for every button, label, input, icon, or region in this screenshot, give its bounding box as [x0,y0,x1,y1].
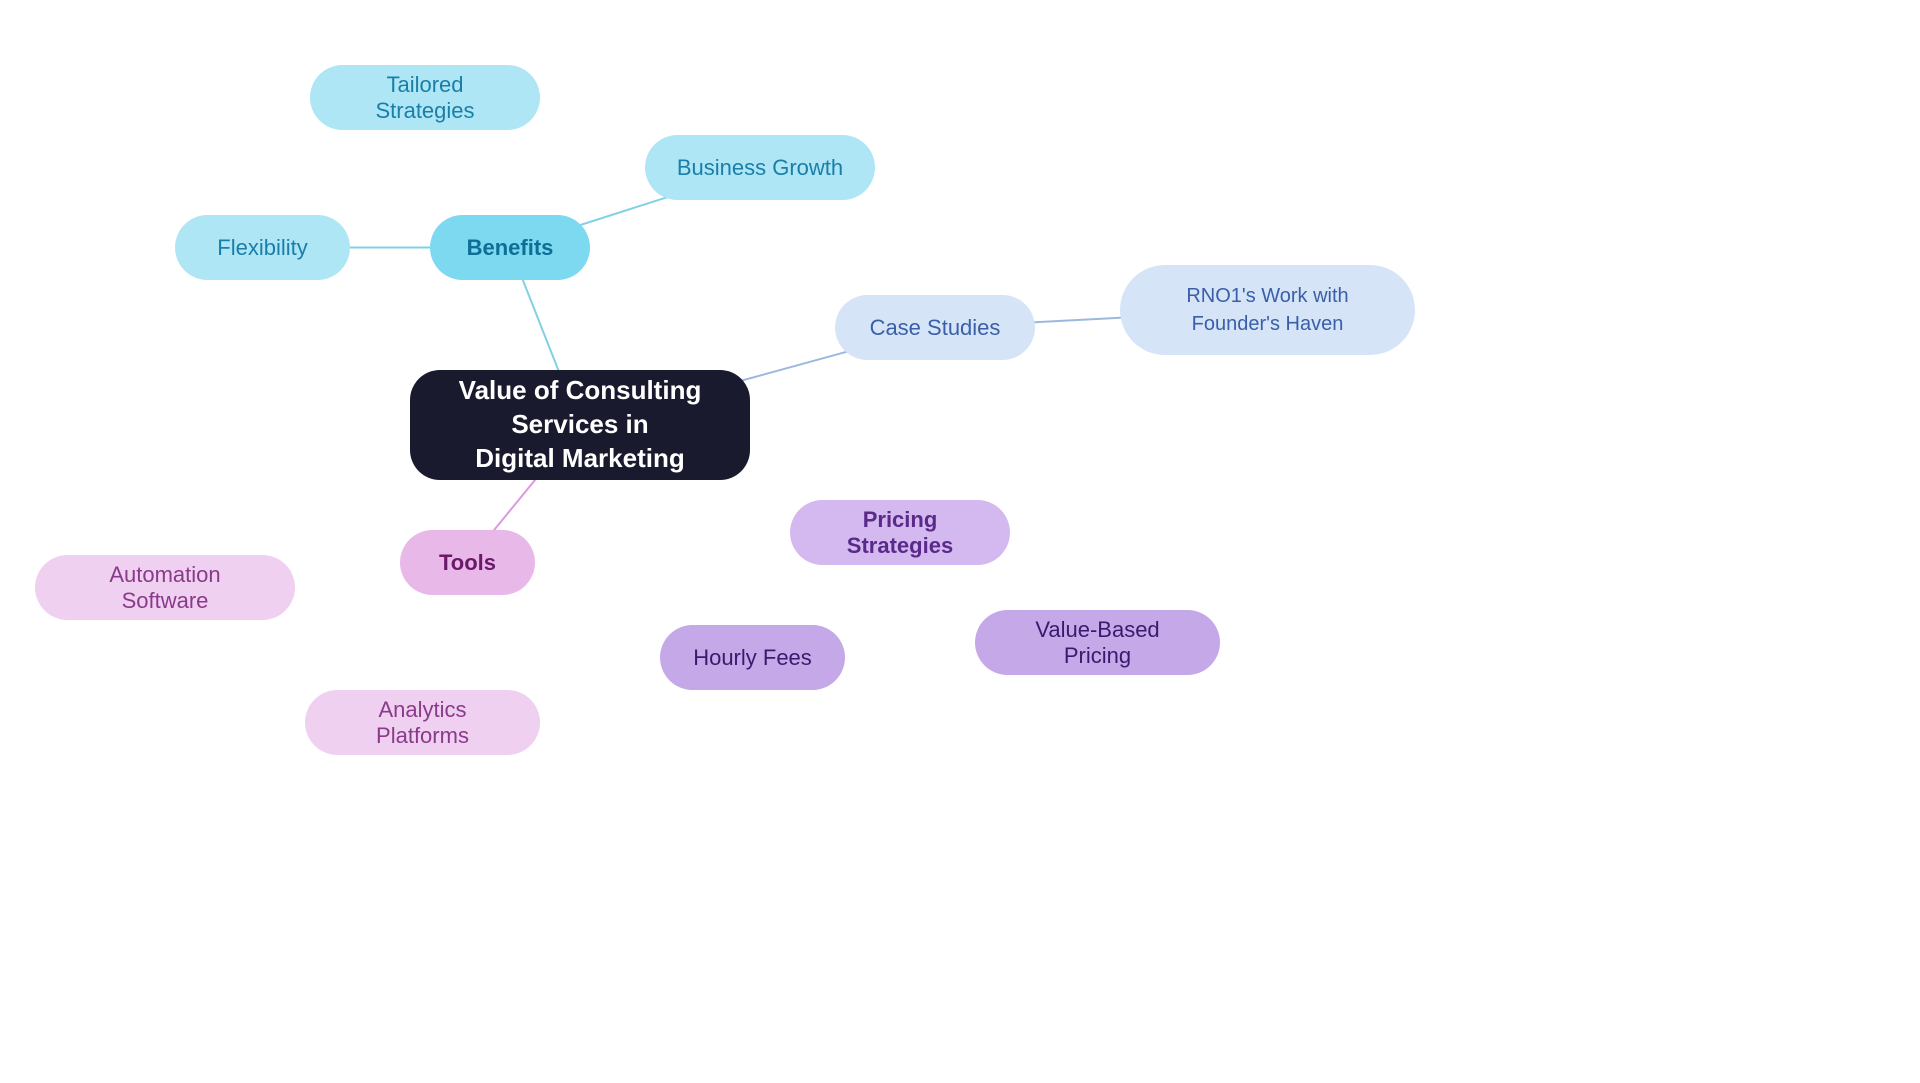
rno1-label: RNO1's Work with Founder's Haven [1148,282,1387,338]
pricing-strategies-node[interactable]: Pricing Strategies [790,500,1010,565]
hourly-fees-node[interactable]: Hourly Fees [660,625,845,690]
flexibility-node[interactable]: Flexibility [175,215,350,280]
rno1-node[interactable]: RNO1's Work with Founder's Haven [1120,265,1415,355]
automation-software-label: Automation Software [63,562,267,614]
tools-label: Tools [439,550,496,576]
benefits-node[interactable]: Benefits [430,215,590,280]
flexibility-label: Flexibility [217,235,307,261]
hourly-fees-label: Hourly Fees [693,645,812,671]
mind-map: Value of Consulting Services in Digital … [0,0,1920,1083]
analytics-platforms-node[interactable]: Analytics Platforms [305,690,540,755]
analytics-platforms-label: Analytics Platforms [333,697,512,749]
case-studies-label: Case Studies [870,315,1001,341]
tailored-strategies-label: Tailored Strategies [338,72,512,124]
business-growth-label: Business Growth [677,155,843,181]
value-based-pricing-node[interactable]: Value-Based Pricing [975,610,1220,675]
case-studies-node[interactable]: Case Studies [835,295,1035,360]
center-label: Value of Consulting Services in Digital … [438,374,722,475]
tailored-strategies-node[interactable]: Tailored Strategies [310,65,540,130]
automation-software-node[interactable]: Automation Software [35,555,295,620]
center-node[interactable]: Value of Consulting Services in Digital … [410,370,750,480]
value-based-pricing-label: Value-Based Pricing [1003,617,1192,669]
tools-node[interactable]: Tools [400,530,535,595]
pricing-strategies-label: Pricing Strategies [818,507,982,559]
benefits-label: Benefits [467,235,554,261]
business-growth-node[interactable]: Business Growth [645,135,875,200]
